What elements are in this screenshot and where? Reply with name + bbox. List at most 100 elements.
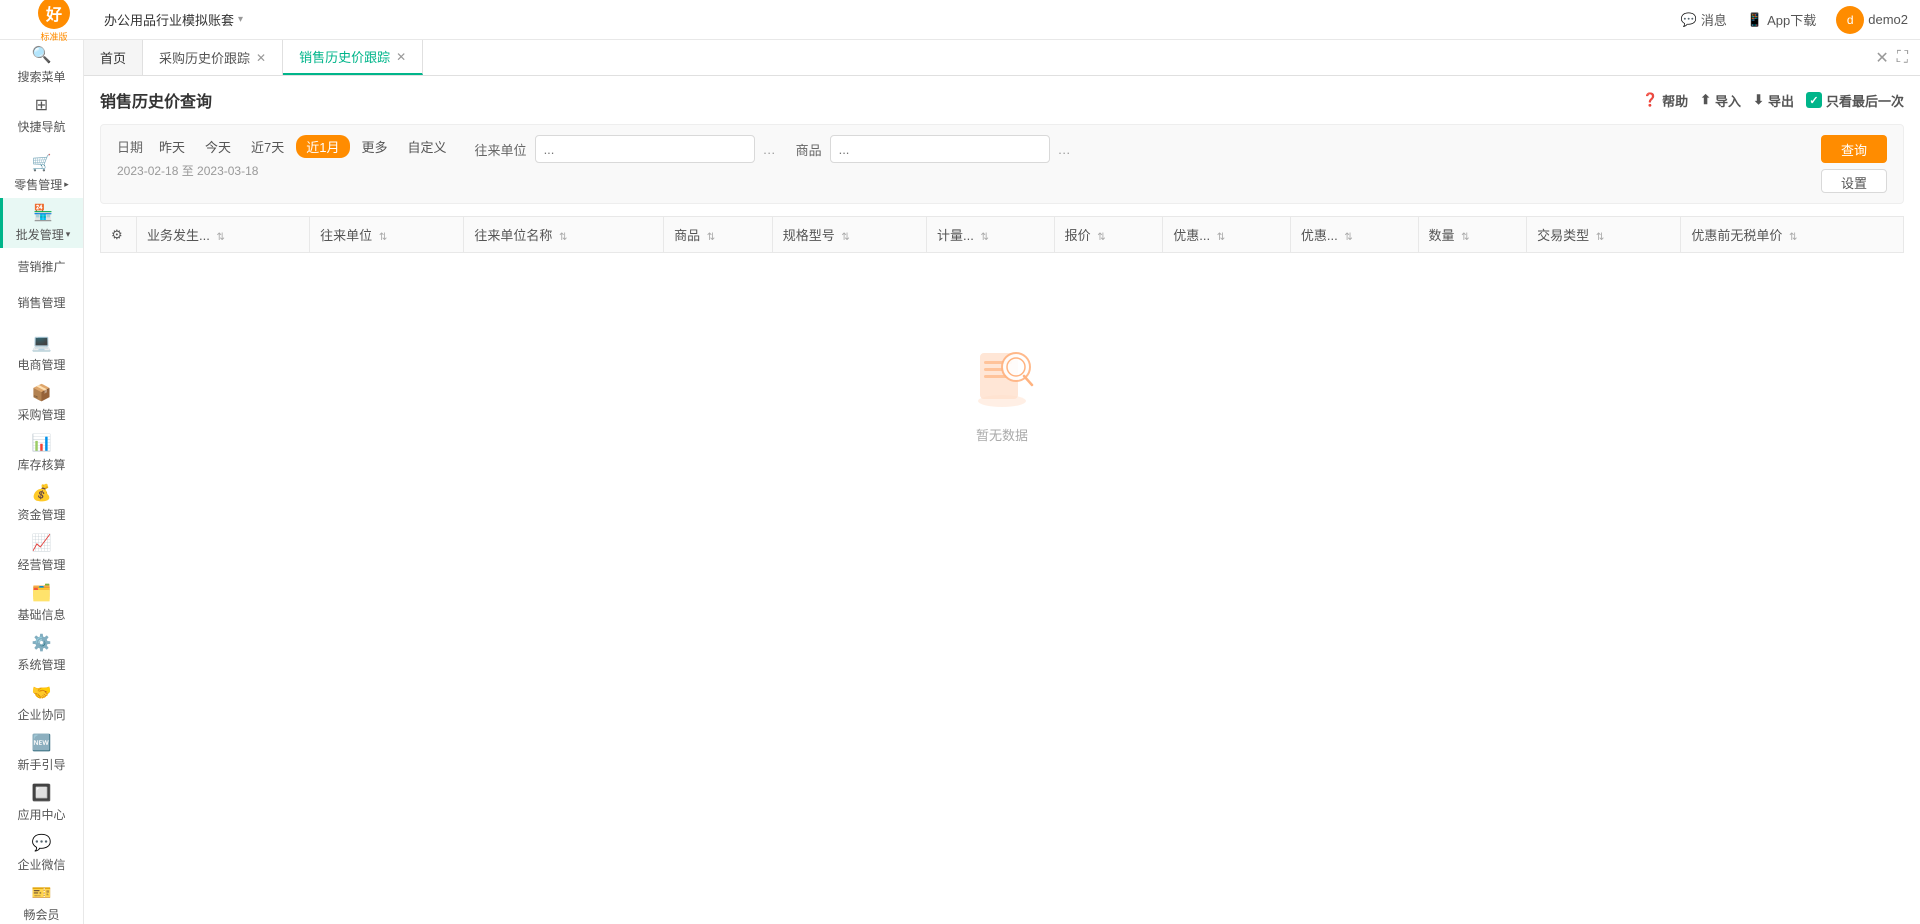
col-trade-type[interactable]: 交易类型 ⇅ xyxy=(1527,217,1681,253)
chevron-down-icon-2: ▾ xyxy=(66,229,71,240)
empty-state: 暂无数据 xyxy=(100,253,1904,524)
chevron-right-icon: ▸ xyxy=(64,179,69,190)
empty-illustration xyxy=(962,333,1042,413)
col-trade-type-label: 交易类型 xyxy=(1537,228,1589,243)
sidebar-item-operations[interactable]: 📈 经营管理 xyxy=(0,528,83,578)
sidebar-item-wechat[interactable]: 💬 企业微信 xyxy=(0,828,83,878)
col-tax-free-price[interactable]: 优惠前无税单价 ⇅ xyxy=(1681,217,1904,253)
sort-icon-counterpart-name: ⇅ xyxy=(559,232,567,243)
date-option-yesterday[interactable]: 昨天 xyxy=(151,135,193,158)
maximize-icon[interactable]: ⛶ xyxy=(1897,49,1908,67)
sort-icon-product: ⇅ xyxy=(707,232,715,243)
sidebar-item-search-menu[interactable]: 🔍 搜索菜单 xyxy=(0,40,83,90)
only-last-toggle[interactable]: ✓ 只看最后一次 xyxy=(1806,91,1904,110)
col-discount2-label: 优惠... xyxy=(1301,228,1338,243)
col-spec[interactable]: 规格型号 ⇅ xyxy=(772,217,926,253)
page-content: 销售历史价查询 ❓ 帮助 ⬆ 导入 ⬇ 导出 ✓ xyxy=(84,76,1920,924)
sidebar-item-apps[interactable]: 🔲 应用中心 xyxy=(0,778,83,828)
import-label: 导入 xyxy=(1715,91,1741,110)
top-header: 好 标准版 办公用品行业模拟账套 ▾ 💬 消息 📱 App下载 d demo2 xyxy=(0,0,1920,40)
col-counterpart-code-label: 往来单位 xyxy=(320,228,372,243)
sidebar-label-system: 系统管理 xyxy=(17,656,65,673)
col-settings[interactable]: ⚙ xyxy=(101,217,137,253)
inventory-icon: 📊 xyxy=(32,433,52,453)
date-option-1month[interactable]: 近1月 xyxy=(296,135,349,158)
content-area: 首页 采购历史价跟踪 ✕ 销售历史价跟踪 ✕ ✕ ⛶ 销售历史价查询 xyxy=(84,40,1920,924)
tab-purchase-close[interactable]: ✕ xyxy=(256,52,266,64)
col-product[interactable]: 商品 ⇅ xyxy=(664,217,773,253)
col-discount1[interactable]: 优惠... ⇅ xyxy=(1163,217,1291,253)
sidebar-item-retail[interactable]: 🛒 零售管理 ▸ xyxy=(0,148,83,198)
product-input[interactable] xyxy=(830,135,1050,163)
sidebar-item-quick-nav[interactable]: ⊞ 快捷导航 xyxy=(0,90,83,140)
col-price[interactable]: 报价 ⇅ xyxy=(1054,217,1163,253)
username: demo2 xyxy=(1868,12,1908,27)
date-option-custom[interactable]: 自定义 xyxy=(400,135,455,158)
export-icon: ⬇ xyxy=(1753,92,1764,108)
tab-sales-close[interactable]: ✕ xyxy=(396,51,406,63)
message-button[interactable]: 💬 消息 xyxy=(1681,10,1727,29)
sidebar-item-purchase[interactable]: 📦 采购管理 xyxy=(0,378,83,428)
date-option-more[interactable]: 更多 xyxy=(354,135,396,158)
chevron-down-icon: ▾ xyxy=(238,14,243,25)
sidebar-item-enterprise[interactable]: 🤝 企业协同 xyxy=(0,678,83,728)
sidebar-item-ecommerce[interactable]: 💻 电商管理 xyxy=(0,328,83,378)
workspace-name: 办公用品行业模拟账套 xyxy=(104,10,234,29)
user-menu[interactable]: d demo2 xyxy=(1836,6,1908,34)
query-button[interactable]: 查询 xyxy=(1821,135,1887,163)
operations-icon: 📈 xyxy=(32,533,52,553)
sort-icon-discount2: ⇅ xyxy=(1344,232,1352,243)
col-biz-date[interactable]: 业务发生... ⇅ xyxy=(137,217,310,253)
date-option-7days[interactable]: 近7天 xyxy=(243,135,292,158)
sidebar-item-marketing[interactable]: 营销推广 xyxy=(0,248,83,284)
sidebar-item-guide[interactable]: 🆕 新手引导 xyxy=(0,728,83,778)
tab-sales-history[interactable]: 销售历史价跟踪 ✕ xyxy=(283,40,423,75)
counterpart-more-icon[interactable]: … xyxy=(763,142,776,157)
sidebar-item-inventory[interactable]: 📊 库存核算 xyxy=(0,428,83,478)
finance-icon: 💰 xyxy=(32,483,52,503)
sort-icon-price: ⇅ xyxy=(1097,232,1105,243)
sort-icon-spec: ⇅ xyxy=(841,232,849,243)
col-counterpart-name[interactable]: 往来单位名称 ⇅ xyxy=(464,217,664,253)
col-unit[interactable]: 计量... ⇅ xyxy=(926,217,1054,253)
tab-home[interactable]: 首页 xyxy=(84,40,143,75)
filter-actions: 查询 设置 xyxy=(1821,135,1887,193)
app-download-button[interactable]: 📱 App下载 xyxy=(1747,10,1816,29)
sidebar-label-marketing: 营销推广 xyxy=(17,258,65,275)
data-table: ⚙ 业务发生... ⇅ 往来单位 ⇅ 往来单位名称 ⇅ xyxy=(100,216,1904,253)
empty-text: 暂无数据 xyxy=(976,425,1028,444)
settings-button[interactable]: 设置 xyxy=(1821,169,1887,193)
col-counterpart-code[interactable]: 往来单位 ⇅ xyxy=(310,217,464,253)
sidebar-item-basics[interactable]: 🗂️ 基础信息 xyxy=(0,578,83,628)
close-window-icon[interactable]: ✕ xyxy=(1875,48,1888,68)
app-icon: 📱 xyxy=(1747,12,1763,28)
sidebar-label-inventory: 库存核算 xyxy=(17,456,65,473)
sidebar-item-wholesale[interactable]: 🏪 批发管理 ▾ xyxy=(0,198,83,248)
tab-purchase-history[interactable]: 采购历史价跟踪 ✕ xyxy=(143,40,283,75)
counterpart-input[interactable] xyxy=(535,135,755,163)
sidebar-label-guide: 新手引导 xyxy=(17,756,65,773)
sidebar-item-system[interactable]: ⚙️ 系统管理 xyxy=(0,628,83,678)
sort-icon-discount1: ⇅ xyxy=(1217,232,1225,243)
product-more-icon[interactable]: … xyxy=(1058,142,1071,157)
sidebar-label-operations: 经营管理 xyxy=(17,556,65,573)
app-label: App下载 xyxy=(1767,10,1816,29)
col-discount2[interactable]: 优惠... ⇅ xyxy=(1290,217,1418,253)
table-header-row: ⚙ 业务发生... ⇅ 往来单位 ⇅ 往来单位名称 ⇅ xyxy=(101,217,1904,253)
sidebar-item-sales[interactable]: 销售管理 xyxy=(0,284,83,320)
help-button[interactable]: ❓ 帮助 xyxy=(1642,91,1688,110)
import-button[interactable]: ⬆ 导入 xyxy=(1700,91,1741,110)
workspace-selector[interactable]: 办公用品行业模拟账套 ▾ xyxy=(104,10,243,29)
date-options: 昨天 今天 近7天 近1月 更多 自定义 xyxy=(151,135,455,158)
sidebar-label-enterprise: 企业协同 xyxy=(17,706,65,723)
sidebar-label-quick-nav: 快捷导航 xyxy=(17,118,65,135)
sidebar-item-member[interactable]: 🎫 畅会员 xyxy=(0,878,83,924)
col-quantity[interactable]: 数量 ⇅ xyxy=(1418,217,1527,253)
date-option-today[interactable]: 今天 xyxy=(197,135,239,158)
sidebar-item-finance[interactable]: 💰 资金管理 xyxy=(0,478,83,528)
avatar: d xyxy=(1836,6,1864,34)
sort-icon-trade-type: ⇅ xyxy=(1596,232,1604,243)
sidebar-label-apps: 应用中心 xyxy=(17,806,65,823)
export-button[interactable]: ⬇ 导出 xyxy=(1753,91,1794,110)
counterpart-filter-group: 往来单位 … xyxy=(475,135,776,163)
